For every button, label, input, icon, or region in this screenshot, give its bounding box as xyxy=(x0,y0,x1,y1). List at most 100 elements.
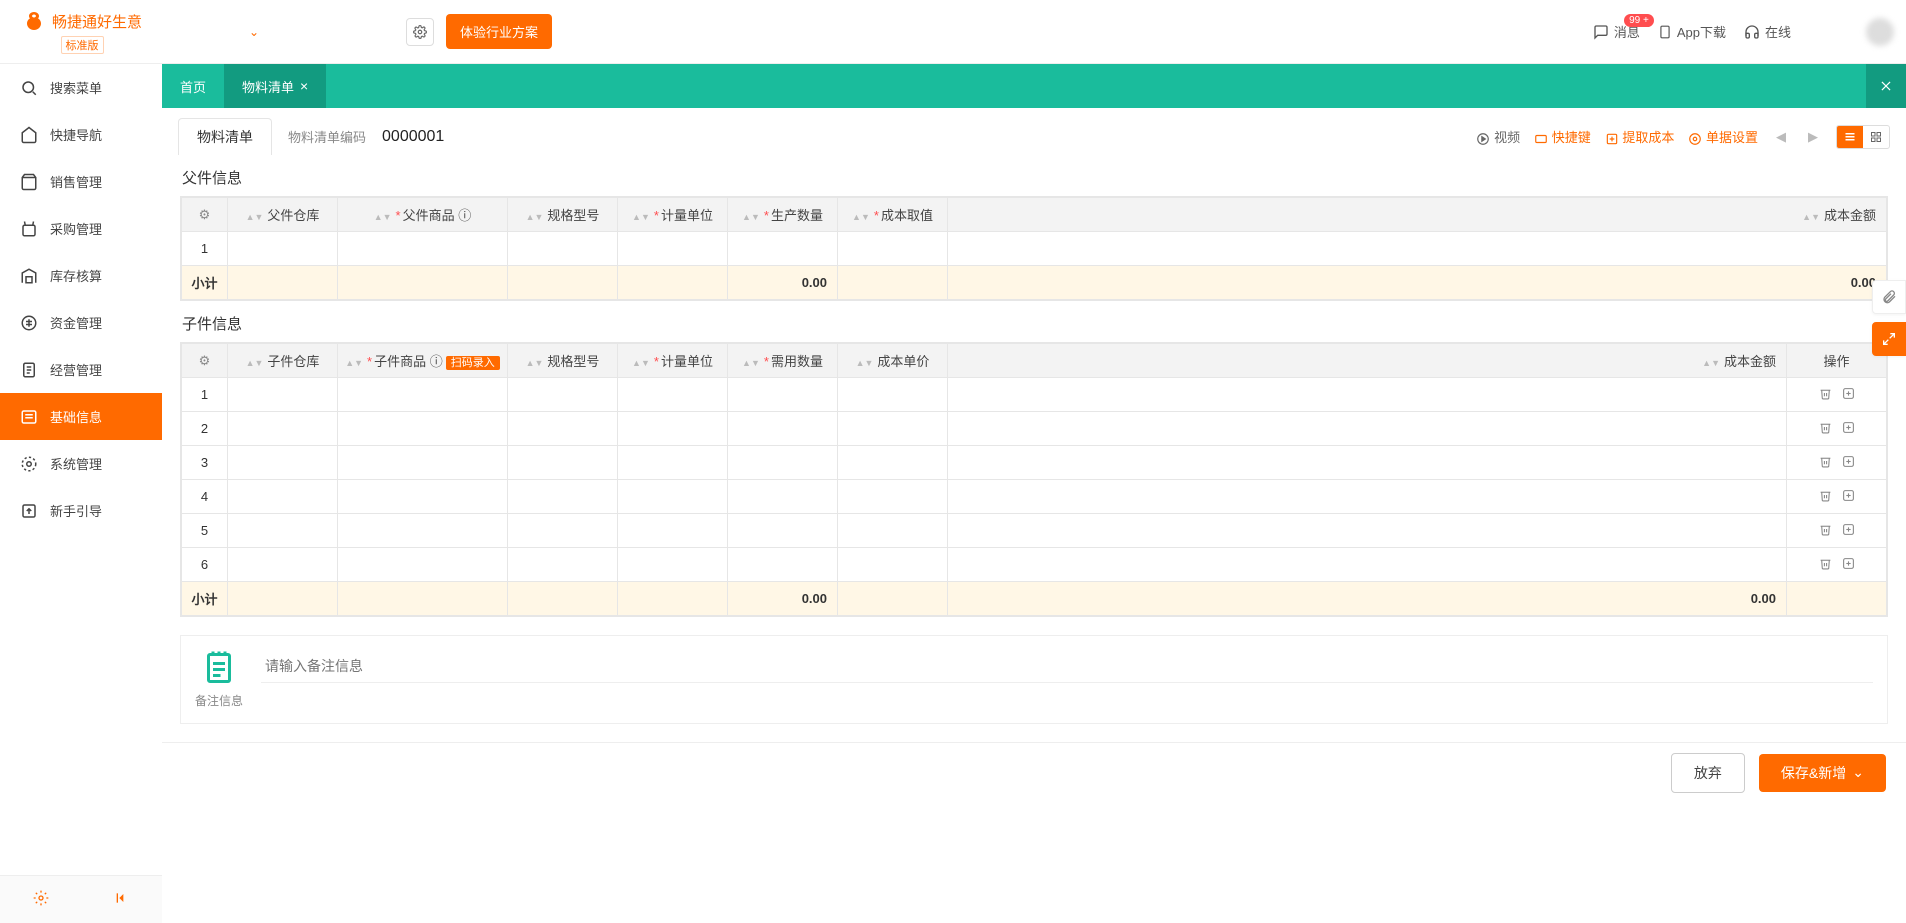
sidebar-settings-button[interactable] xyxy=(33,890,49,909)
sidebar-item-inventory[interactable]: 库存核算 xyxy=(0,252,162,299)
online-service-link[interactable]: 在线 xyxy=(1744,22,1848,41)
shortcut-link[interactable]: 快捷键 xyxy=(1534,127,1591,146)
child-row[interactable]: 3 xyxy=(182,446,1887,480)
cell-costamount[interactable] xyxy=(948,412,1787,446)
sidebar-item-funds[interactable]: 资金管理 xyxy=(0,299,162,346)
delete-row-icon[interactable] xyxy=(1819,387,1832,403)
cell-costamount[interactable] xyxy=(948,446,1787,480)
child-col-unit[interactable]: ▲▼*计量单位 xyxy=(618,344,728,378)
user-menu[interactable] xyxy=(1866,18,1894,46)
sidebar-item-system[interactable]: 系统管理 xyxy=(0,440,162,487)
child-row[interactable]: 1 xyxy=(182,378,1887,412)
cell-spec[interactable] xyxy=(508,378,618,412)
parent-col-product[interactable]: ▲▼*父件商品 ⓘ xyxy=(338,198,508,232)
delete-row-icon[interactable] xyxy=(1819,523,1832,539)
parent-col-gear[interactable]: ⚙ xyxy=(182,198,228,232)
cell-spec[interactable] xyxy=(508,232,618,266)
messages-link[interactable]: 消息 99 + xyxy=(1593,22,1640,41)
cell-unitcost[interactable] xyxy=(838,378,948,412)
sidebar-item-basicinfo[interactable]: 基础信息 xyxy=(0,393,162,440)
cell-spec[interactable] xyxy=(508,412,618,446)
cell-qty[interactable] xyxy=(728,412,838,446)
delete-row-icon[interactable] xyxy=(1819,421,1832,437)
discard-button[interactable]: 放弃 xyxy=(1671,753,1745,793)
parent-col-costbasis[interactable]: ▲▼*成本取值 xyxy=(838,198,948,232)
app-download-link[interactable]: App下载 xyxy=(1658,22,1726,41)
delete-row-icon[interactable] xyxy=(1819,557,1832,573)
cell-unitcost[interactable] xyxy=(838,514,948,548)
parent-col-unit[interactable]: ▲▼*计量单位 xyxy=(618,198,728,232)
cell-costamount[interactable] xyxy=(948,232,1887,266)
tab-bom[interactable]: 物料清单 × xyxy=(224,64,326,108)
doc-settings-link[interactable]: 单据设置 xyxy=(1688,127,1758,146)
add-row-icon[interactable] xyxy=(1842,557,1855,573)
video-link[interactable]: 视频 xyxy=(1476,127,1520,146)
cell-unitcost[interactable] xyxy=(838,480,948,514)
parent-col-costamount[interactable]: ▲▼成本金额 xyxy=(948,198,1887,232)
child-row[interactable]: 6 xyxy=(182,548,1887,582)
cell-costbasis[interactable] xyxy=(838,232,948,266)
sidebar-item-sales[interactable]: 销售管理 xyxy=(0,158,162,205)
cell-costamount[interactable] xyxy=(948,378,1787,412)
cell-qty[interactable] xyxy=(728,232,838,266)
cell-costamount[interactable] xyxy=(948,514,1787,548)
cell-warehouse[interactable] xyxy=(228,446,338,480)
child-col-warehouse[interactable]: ▲▼子件仓库 xyxy=(228,344,338,378)
help-icon[interactable]: ⓘ xyxy=(430,354,443,369)
sidebar-item-guide[interactable]: 新手引导 xyxy=(0,487,162,534)
cell-qty[interactable] xyxy=(728,378,838,412)
add-row-icon[interactable] xyxy=(1842,387,1855,403)
cell-unit[interactable] xyxy=(618,412,728,446)
add-row-icon[interactable] xyxy=(1842,455,1855,471)
cell-spec[interactable] xyxy=(508,480,618,514)
cell-product[interactable] xyxy=(338,548,508,582)
cell-product[interactable] xyxy=(338,378,508,412)
cell-costamount[interactable] xyxy=(948,480,1787,514)
next-doc-button[interactable]: ▶ xyxy=(1804,129,1822,145)
child-col-spec[interactable]: ▲▼规格型号 xyxy=(508,344,618,378)
tab-home[interactable]: 首页 xyxy=(162,64,224,108)
cell-unit[interactable] xyxy=(618,378,728,412)
parent-row[interactable]: 1 xyxy=(182,232,1887,266)
parent-col-qty[interactable]: ▲▼*生产数量 xyxy=(728,198,838,232)
inner-tab-bom[interactable]: 物料清单 xyxy=(178,118,272,155)
child-row[interactable]: 2 xyxy=(182,412,1887,446)
sidebar-item-purchase[interactable]: 采购管理 xyxy=(0,205,162,252)
experience-cta-button[interactable]: 体验行业方案 xyxy=(446,14,552,49)
cell-product[interactable] xyxy=(338,514,508,548)
org-settings-button[interactable] xyxy=(406,18,434,46)
attachment-button[interactable] xyxy=(1872,280,1906,314)
delete-row-icon[interactable] xyxy=(1819,489,1832,505)
org-selector[interactable]: ⌄ xyxy=(176,22,396,41)
close-all-tabs-button[interactable] xyxy=(1866,64,1906,108)
close-icon[interactable]: × xyxy=(300,78,308,94)
cell-unit[interactable] xyxy=(618,548,728,582)
cell-product[interactable] xyxy=(338,232,508,266)
sidebar-collapse-button[interactable] xyxy=(114,890,130,909)
cell-warehouse[interactable] xyxy=(228,514,338,548)
child-col-costamount[interactable]: ▲▼成本金额 xyxy=(948,344,1787,378)
cell-qty[interactable] xyxy=(728,480,838,514)
cell-spec[interactable] xyxy=(508,548,618,582)
add-row-icon[interactable] xyxy=(1842,421,1855,437)
cell-warehouse[interactable] xyxy=(228,548,338,582)
view-card-button[interactable] xyxy=(1863,126,1889,148)
save-new-button[interactable]: 保存&新增 ⌄ xyxy=(1759,754,1886,792)
child-col-unitcost[interactable]: ▲▼成本单价 xyxy=(838,344,948,378)
cell-warehouse[interactable] xyxy=(228,378,338,412)
cell-unit[interactable] xyxy=(618,480,728,514)
cell-unitcost[interactable] xyxy=(838,446,948,480)
cell-unit[interactable] xyxy=(618,232,728,266)
sidebar-item-quicknav[interactable]: 快捷导航 xyxy=(0,111,162,158)
cell-product[interactable] xyxy=(338,412,508,446)
cell-qty[interactable] xyxy=(728,446,838,480)
child-row[interactable]: 5 xyxy=(182,514,1887,548)
parent-col-spec[interactable]: ▲▼规格型号 xyxy=(508,198,618,232)
cell-product[interactable] xyxy=(338,446,508,480)
cell-warehouse[interactable] xyxy=(228,480,338,514)
cell-unit[interactable] xyxy=(618,514,728,548)
add-row-icon[interactable] xyxy=(1842,489,1855,505)
cell-costamount[interactable] xyxy=(948,548,1787,582)
remarks-input[interactable] xyxy=(261,650,1873,683)
child-col-qty[interactable]: ▲▼*需用数量 xyxy=(728,344,838,378)
